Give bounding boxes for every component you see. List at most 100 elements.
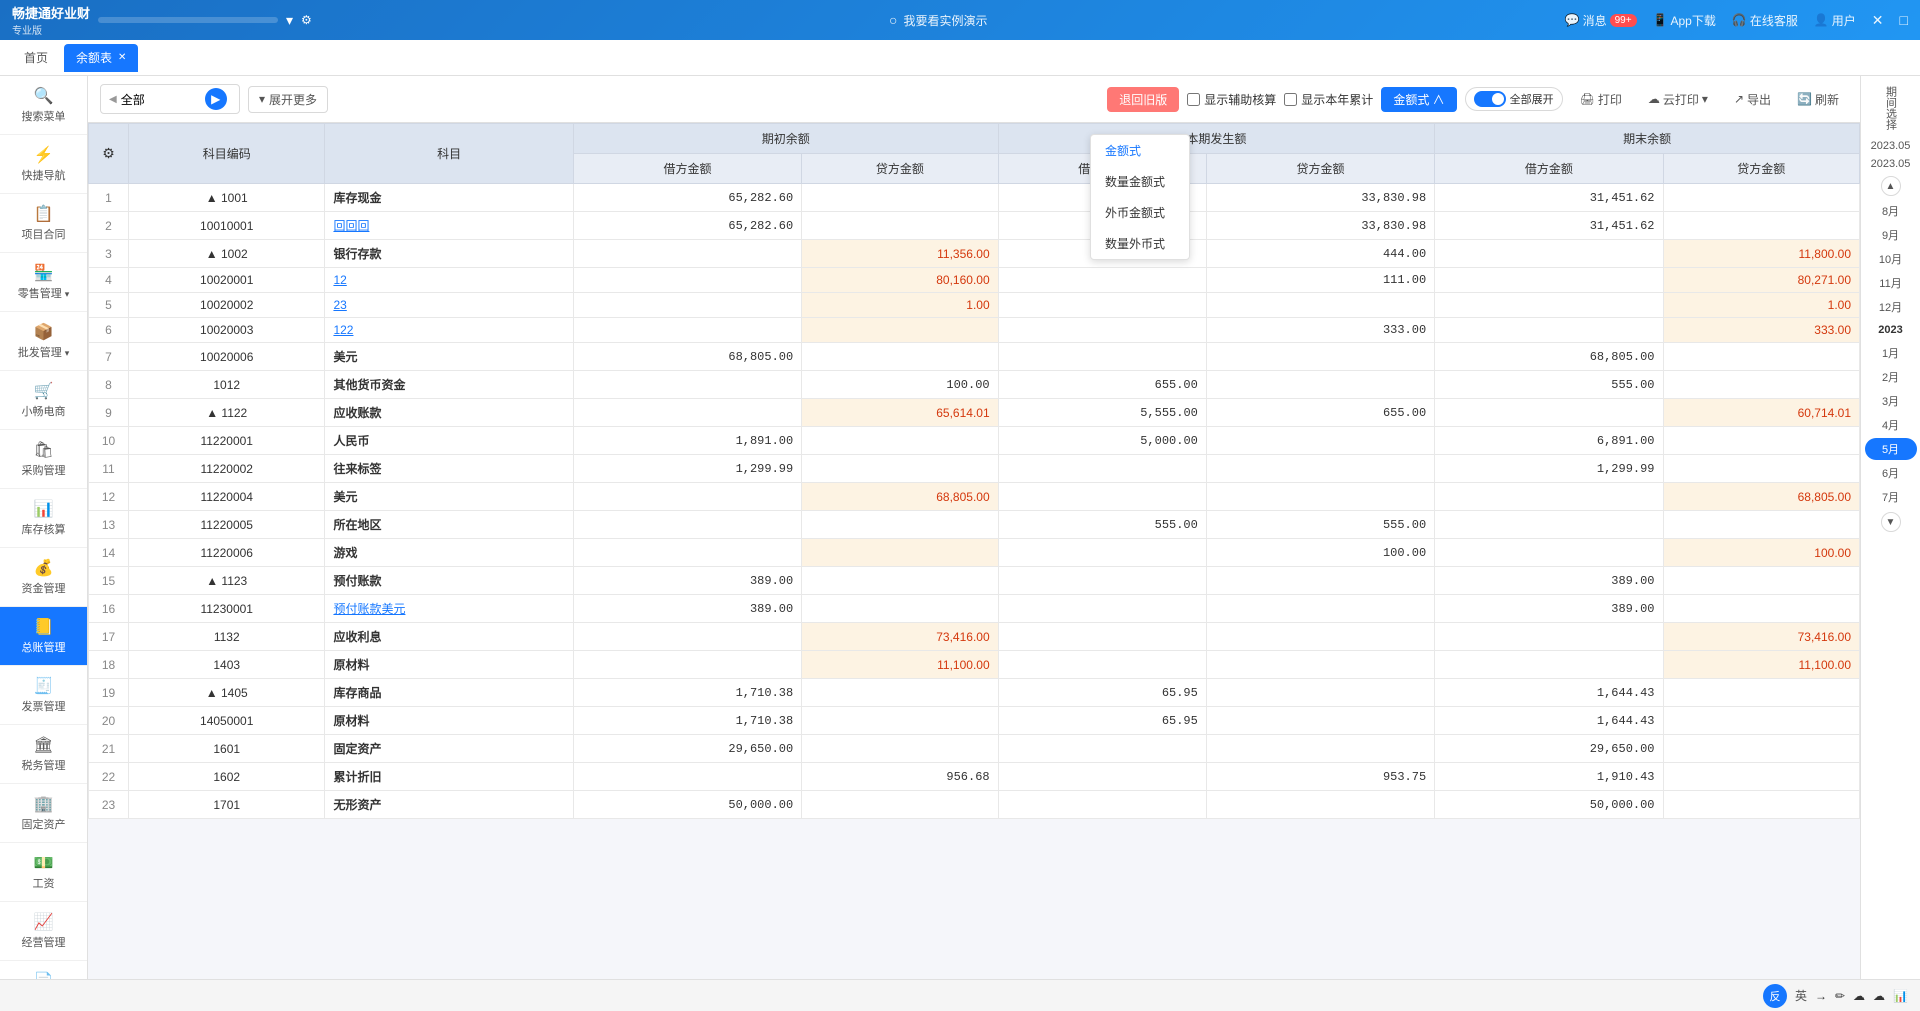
sidebar-item-asset[interactable]: 🏢 固定资产 (0, 784, 87, 843)
dropdown-item-qty-amount[interactable]: 数量金额式 (1091, 166, 1189, 197)
period-5[interactable]: 5月 (1865, 438, 1917, 460)
bottom-icon-4[interactable]: ☁ (1853, 989, 1865, 1003)
demo-link[interactable]: ○ 我要看实例演示 (889, 12, 987, 29)
row-subject[interactable]: 预付账款美元 (325, 595, 573, 623)
sidebar-item-invoice[interactable]: 🧾 发票管理 (0, 666, 87, 725)
row-num: 22 (89, 763, 129, 791)
row-subject[interactable]: 12 (325, 268, 573, 293)
row-ob-debit: 1,710.38 (573, 679, 801, 707)
sidebar-item-report[interactable]: 📄 小畅报销 (0, 961, 87, 979)
bottom-icon-3[interactable]: ✏ (1835, 989, 1845, 1003)
tab-home[interactable]: 首页 (12, 44, 60, 72)
row-subject: 原材料 (325, 707, 573, 735)
row-num: 5 (89, 293, 129, 318)
row-period-credit: 33,830.98 (1206, 212, 1434, 240)
row-period-credit (1206, 371, 1434, 399)
row-num: 21 (89, 735, 129, 763)
row-code: 11220005 (129, 511, 325, 539)
download-btn[interactable]: 📱 App下载 (1653, 12, 1716, 29)
export-btn[interactable]: ↗ 导出 (1725, 86, 1780, 113)
row-subject: 库存商品 (325, 679, 573, 707)
bottom-icon-1[interactable]: 反 (1763, 984, 1787, 1008)
bottom-icon-6[interactable]: 📊 (1893, 989, 1908, 1003)
tab-balance[interactable]: 余额表 ✕ (64, 44, 138, 72)
row-subject[interactable]: 122 (325, 318, 573, 343)
row-period-credit (1206, 651, 1434, 679)
cb-auxiliary[interactable]: 显示辅助核算 (1187, 91, 1276, 108)
cb-ytd[interactable]: 显示本年累计 (1284, 91, 1373, 108)
address-bar[interactable] (98, 17, 278, 23)
sidebar-item-inventory[interactable]: 📊 库存核算 (0, 489, 87, 548)
period-down-btn[interactable]: ▼ (1881, 512, 1901, 532)
maximize-btn[interactable]: □ (1900, 12, 1908, 28)
period-8[interactable]: 8月 (1865, 200, 1917, 222)
cloud-print-btn[interactable]: ☁ 云打印 ▾ (1639, 86, 1717, 113)
period-12[interactable]: 12月 (1865, 296, 1917, 318)
expand-all-toggle[interactable]: 全部展开 (1465, 87, 1563, 111)
sidebar-item-purchase[interactable]: 🛍 采购管理 (0, 430, 87, 489)
sidebar-item-ops[interactable]: 📈 经营管理 (0, 902, 87, 961)
tab-close-balance[interactable]: ✕ (118, 52, 126, 63)
sidebar-item-tax[interactable]: 🏛 税务管理 (0, 725, 87, 784)
mode-btn[interactable]: 金额式 ∧ (1381, 87, 1456, 112)
period-6[interactable]: 6月 (1865, 462, 1917, 484)
period-3[interactable]: 3月 (1865, 390, 1917, 412)
period-9[interactable]: 9月 (1865, 224, 1917, 246)
sidebar-item-search[interactable]: 🔍 搜索菜单 (0, 76, 87, 135)
retail-icon: 🏪 (4, 263, 83, 283)
row-cb-credit: 11,800.00 (1663, 240, 1860, 268)
row-ob-credit (802, 707, 998, 735)
row-code: 11230001 (129, 595, 325, 623)
search-input[interactable] (121, 92, 201, 106)
return-old-btn[interactable]: 退回旧版 (1107, 87, 1179, 112)
service-btn[interactable]: 🎧 在线客服 (1732, 12, 1798, 29)
row-cb-credit (1663, 735, 1860, 763)
bottom-icon-2[interactable]: → (1815, 989, 1827, 1003)
search-left-arrow[interactable]: ◀ (109, 94, 117, 105)
period-up-btn[interactable]: ▲ (1881, 176, 1901, 196)
bottom-icon-5[interactable]: ☁ (1873, 989, 1885, 1003)
row-cb-debit (1435, 399, 1663, 427)
user-btn[interactable]: 👤 用户 (1814, 12, 1856, 29)
print-btn[interactable]: 🖨 打印 (1571, 86, 1631, 113)
period-1[interactable]: 1月 (1865, 342, 1917, 364)
sidebar-item-ecommerce[interactable]: 🛒 小畅电商 (0, 371, 87, 430)
dropdown-item-qty-foreign[interactable]: 数量外币式 (1091, 228, 1189, 259)
dropdown-arrow[interactable]: ▾ (286, 12, 293, 29)
period-7[interactable]: 7月 (1865, 486, 1917, 508)
cb-ytd-check[interactable] (1284, 93, 1297, 106)
message-btn[interactable]: 💬 消息 99+ (1565, 12, 1637, 29)
sidebar-item-salary[interactable]: 💵 工资 (0, 843, 87, 902)
row-ob-credit (802, 212, 998, 240)
period-11[interactable]: 11月 (1865, 272, 1917, 294)
sidebar-item-quicknav[interactable]: ⚡ 快捷导航 (0, 135, 87, 194)
row-cb-credit (1663, 791, 1860, 819)
row-subject: 库存现金 (325, 184, 573, 212)
table-row: 1211220004美元68,805.0068,805.00 (89, 483, 1860, 511)
sidebar-item-project[interactable]: 📋 项目合同 (0, 194, 87, 253)
row-subject[interactable]: 回回回 (325, 212, 573, 240)
sidebar-item-finance[interactable]: 💰 资金管理 (0, 548, 87, 607)
th-ob-credit: 贷方金额 (802, 154, 998, 184)
period-2[interactable]: 2月 (1865, 366, 1917, 388)
row-subject: 累计折旧 (325, 763, 573, 791)
cb-auxiliary-check[interactable] (1187, 93, 1200, 106)
row-subject[interactable]: 23 (325, 293, 573, 318)
row-period-debit (998, 763, 1206, 791)
refresh-icon: 🔄 (1797, 92, 1812, 106)
settings-icon[interactable]: ⚙ (301, 13, 312, 27)
sidebar-item-wholesale[interactable]: 📦 批发管理 ▾ (0, 312, 87, 371)
app-branding: 畅捷通好业财 专业版 ▾ ⚙ (12, 3, 312, 37)
dropdown-item-amount[interactable]: 金额式 (1091, 135, 1189, 166)
refresh-btn[interactable]: 🔄 刷新 (1788, 86, 1848, 113)
dropdown-item-foreign-amount[interactable]: 外币金额式 (1091, 197, 1189, 228)
expand-more-btn[interactable]: ▾ 展开更多 (248, 86, 328, 113)
col-config[interactable]: ⚙ (89, 124, 129, 184)
period-4[interactable]: 4月 (1865, 414, 1917, 436)
row-period-credit (1206, 293, 1434, 318)
period-10[interactable]: 10月 (1865, 248, 1917, 270)
sidebar-item-retail[interactable]: 🏪 零售管理 ▾ (0, 253, 87, 312)
close-btn[interactable]: ✕ (1872, 12, 1884, 29)
sidebar-item-ledger[interactable]: 📒 总账管理 (0, 607, 87, 666)
search-arrow-btn[interactable]: ▶ (205, 88, 227, 110)
